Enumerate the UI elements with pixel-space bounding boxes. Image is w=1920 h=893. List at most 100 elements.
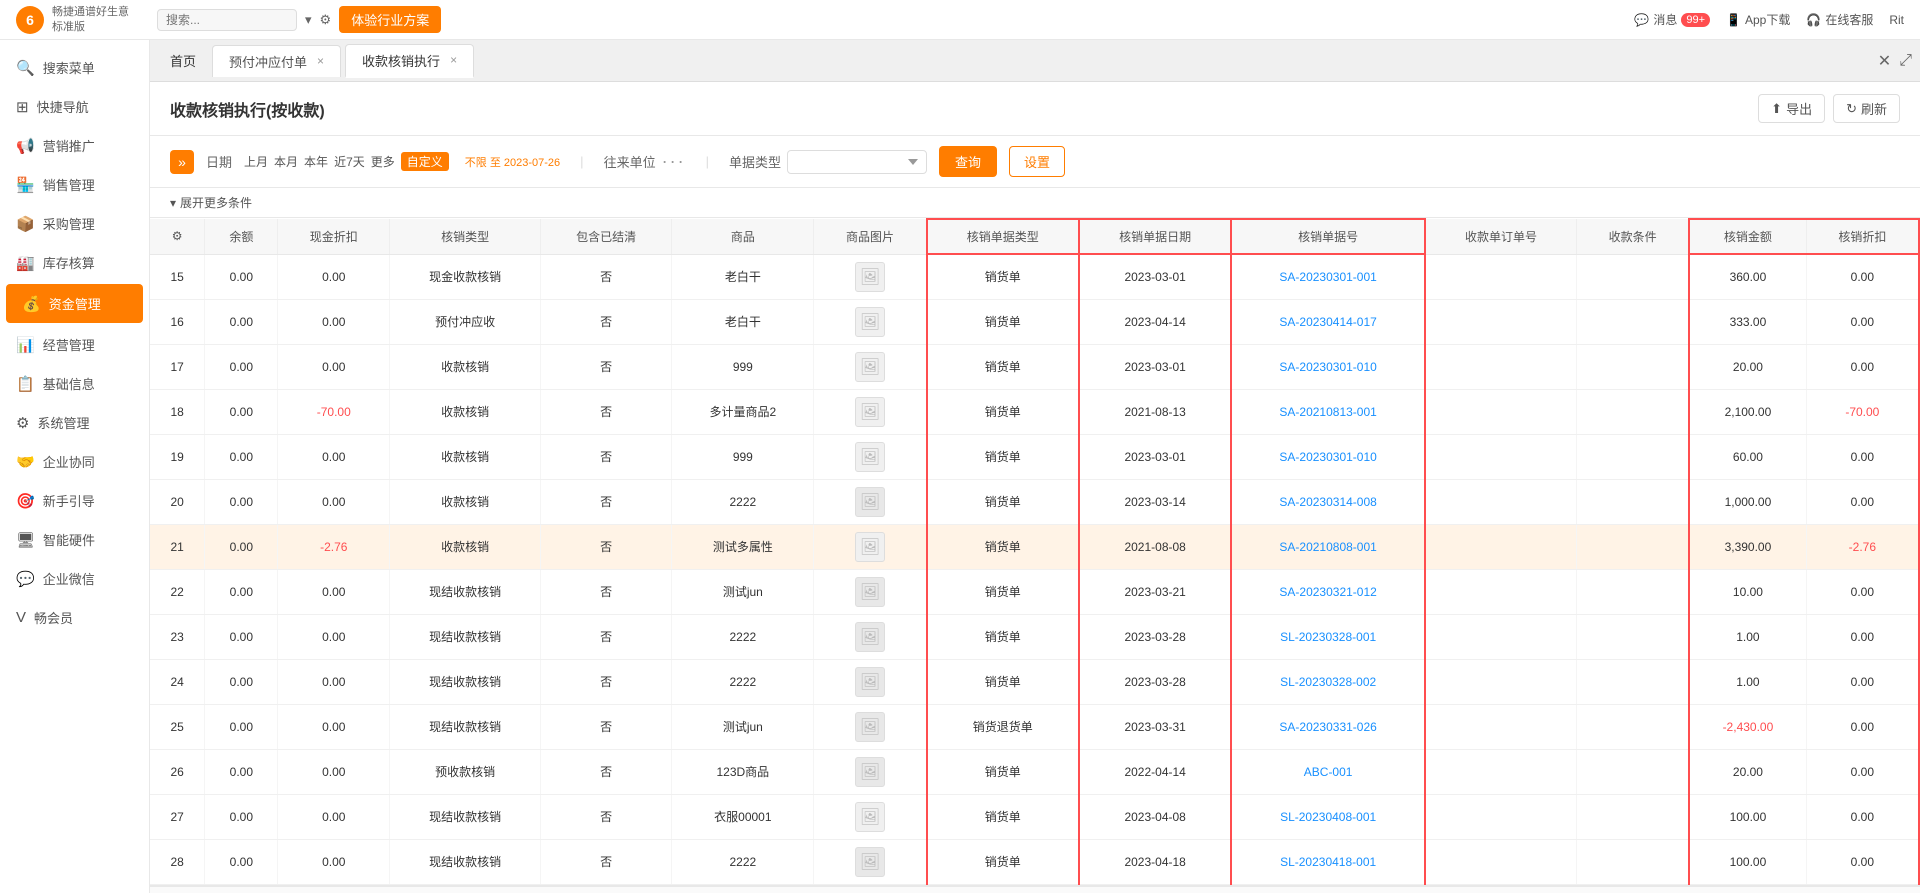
- cell-writeoff-billno[interactable]: SA-20230314-008: [1231, 479, 1425, 524]
- sidebar-item-9[interactable]: ⚙系统管理: [0, 403, 149, 442]
- message-btn[interactable]: 💬 消息 99+: [1634, 11, 1710, 28]
- date-7days[interactable]: 近7天: [334, 153, 365, 170]
- sidebar-item-6[interactable]: 💰资金管理: [6, 284, 143, 323]
- cell-writeoff-billno[interactable]: SL-20230328-002: [1231, 659, 1425, 704]
- sidebar-label-6: 资金管理: [49, 294, 101, 313]
- cell-receipt-condition: [1576, 569, 1689, 614]
- unit-filter-group: 往来单位 ···: [604, 151, 686, 172]
- cell-include-settled: 否: [540, 479, 671, 524]
- sidebar-item-5[interactable]: 🏭库存核算: [0, 243, 149, 282]
- table-row: 22 0.00 0.00 现结收款核销 否 测试jun 🖼 销货单 2023-0…: [150, 569, 1919, 614]
- sidebar-icon-7: 📊: [16, 336, 35, 354]
- cell-writeoff-billno[interactable]: SA-20230301-010: [1231, 434, 1425, 479]
- cell-writeoff-billno[interactable]: SL-20230418-001: [1231, 839, 1425, 884]
- gear-settings-icon[interactable]: ⚙: [320, 12, 332, 28]
- cell-writeoff-type: 现结收款核销: [390, 839, 541, 884]
- maximize-btn[interactable]: ⤢: [1899, 52, 1912, 70]
- cell-writeoff-bill-type: 销货单: [927, 254, 1079, 299]
- query-btn[interactable]: 查询: [939, 146, 997, 177]
- cell-id: 28: [150, 839, 205, 884]
- cell-id: 27: [150, 794, 205, 839]
- sidebar-item-11[interactable]: 🎯新手引导: [0, 481, 149, 520]
- cell-product-img: 🖼: [814, 344, 927, 389]
- refresh-icon: ↻: [1846, 101, 1857, 117]
- online-service-btn[interactable]: 🎧 在线客服: [1806, 11, 1873, 28]
- cell-receipt-condition: [1576, 434, 1689, 479]
- search-input[interactable]: [157, 9, 297, 31]
- sidebar-icon-2: 📢: [16, 137, 35, 155]
- settings-btn[interactable]: 设置: [1009, 146, 1065, 177]
- content-area: 收款核销执行(按收款) ⬆ 导出 ↻ 刷新 » 日期 上月: [150, 82, 1920, 893]
- export-btn[interactable]: ⬆ 导出: [1758, 94, 1825, 123]
- date-more[interactable]: 更多: [371, 153, 395, 170]
- cell-receipt-order: [1425, 614, 1577, 659]
- sidebar-item-8[interactable]: 📋基础信息: [0, 364, 149, 403]
- cell-writeoff-billno[interactable]: SA-20210813-001: [1231, 389, 1425, 434]
- cell-balance: 0.00: [205, 344, 278, 389]
- date-curr-month[interactable]: 本月: [274, 153, 298, 170]
- cell-writeoff-billno[interactable]: SL-20230408-001: [1231, 794, 1425, 839]
- tab-home[interactable]: 首页: [158, 45, 208, 76]
- product-img: 🖼: [855, 667, 885, 697]
- tab-close-prepay[interactable]: ×: [317, 54, 324, 68]
- cell-writeoff-date: 2023-03-14: [1079, 479, 1231, 524]
- col-settings-header[interactable]: ⚙: [150, 219, 205, 254]
- sidebar-item-4[interactable]: 📦采购管理: [0, 204, 149, 243]
- cell-id: 17: [150, 344, 205, 389]
- dropdown-icon[interactable]: ▾: [305, 12, 312, 28]
- sidebar-item-2[interactable]: 📢营销推广: [0, 126, 149, 165]
- cell-cash-discount: 0.00: [278, 434, 390, 479]
- expand-conditions-btn[interactable]: ▾ 展开更多条件: [170, 194, 252, 211]
- cell-writeoff-billno[interactable]: SA-20230301-001: [1231, 254, 1425, 299]
- cell-writeoff-amount: 100.00: [1689, 839, 1806, 884]
- tab-writeoff[interactable]: 收款核销执行 ×: [345, 44, 474, 78]
- cell-cash-discount: -2.76: [278, 524, 390, 569]
- date-curr-year[interactable]: 本年: [304, 153, 328, 170]
- cell-writeoff-amount: -2,430.00: [1689, 704, 1806, 749]
- industry-btn[interactable]: 体验行业方案: [339, 6, 441, 33]
- sidebar-item-0[interactable]: 🔍搜索菜单: [0, 48, 149, 87]
- cell-cash-discount: 0.00: [278, 254, 390, 299]
- bill-type-select[interactable]: [787, 150, 927, 174]
- cell-writeoff-billno[interactable]: SL-20230328-001: [1231, 614, 1425, 659]
- sidebar-item-13[interactable]: 💬企业微信: [0, 559, 149, 598]
- cell-writeoff-discount: 0.00: [1806, 659, 1919, 704]
- cell-writeoff-billno[interactable]: SA-20230414-017: [1231, 299, 1425, 344]
- sidebar-item-10[interactable]: 🤝企业协同: [0, 442, 149, 481]
- cell-id: 23: [150, 614, 205, 659]
- tab-close-writeoff[interactable]: ×: [450, 53, 457, 67]
- cell-writeoff-billno[interactable]: SA-20230301-010: [1231, 344, 1425, 389]
- col-receipt-condition-header: 收款条件: [1576, 219, 1689, 254]
- filter-toggle-btn[interactable]: »: [170, 150, 194, 174]
- cell-writeoff-discount: 0.00: [1806, 254, 1919, 299]
- cell-writeoff-billno[interactable]: SA-20230331-026: [1231, 704, 1425, 749]
- top-bar: 6 畅捷通谱好生意 标准版 ▾ ⚙ 体验行业方案 💬 消息 99+ 📱 App下…: [0, 0, 1920, 40]
- cell-include-settled: 否: [540, 659, 671, 704]
- sidebar-item-3[interactable]: 🏪销售管理: [0, 165, 149, 204]
- user-account[interactable]: Rit: [1889, 13, 1904, 27]
- product-img: 🖼: [855, 757, 885, 787]
- sidebar-item-1[interactable]: ⊞快捷导航: [0, 87, 149, 126]
- cell-writeoff-billno[interactable]: ABC-001: [1231, 749, 1425, 794]
- refresh-btn[interactable]: ↻ 刷新: [1833, 94, 1900, 123]
- cell-balance: 0.00: [205, 794, 278, 839]
- close-tab-btn[interactable]: ✕: [1878, 51, 1891, 71]
- date-custom-btn[interactable]: 自定义: [401, 152, 449, 171]
- cell-receipt-condition: [1576, 389, 1689, 434]
- sidebar-label-8: 基础信息: [43, 374, 95, 393]
- col-balance-header: 余额: [205, 219, 278, 254]
- sidebar-item-7[interactable]: 📊经营管理: [0, 325, 149, 364]
- separator2: |: [706, 154, 709, 169]
- tab-prepay[interactable]: 预付冲应付单 ×: [212, 45, 341, 77]
- sidebar-item-12[interactable]: 🖥智能硬件: [0, 520, 149, 559]
- cell-product: 2222: [672, 614, 814, 659]
- cell-writeoff-bill-type: 销货单: [927, 749, 1079, 794]
- cell-writeoff-billno[interactable]: SA-20230321-012: [1231, 569, 1425, 614]
- cell-writeoff-billno[interactable]: SA-20210808-001: [1231, 524, 1425, 569]
- export-icon: ⬆: [1771, 101, 1782, 117]
- unit-label: 往来单位: [604, 152, 656, 171]
- date-prev-month[interactable]: 上月: [244, 153, 268, 170]
- col-writeoff-discount-header: 核销折扣: [1806, 219, 1919, 254]
- sidebar-item-14[interactable]: V畅会员: [0, 598, 149, 637]
- app-download-btn[interactable]: 📱 App下载: [1726, 11, 1790, 28]
